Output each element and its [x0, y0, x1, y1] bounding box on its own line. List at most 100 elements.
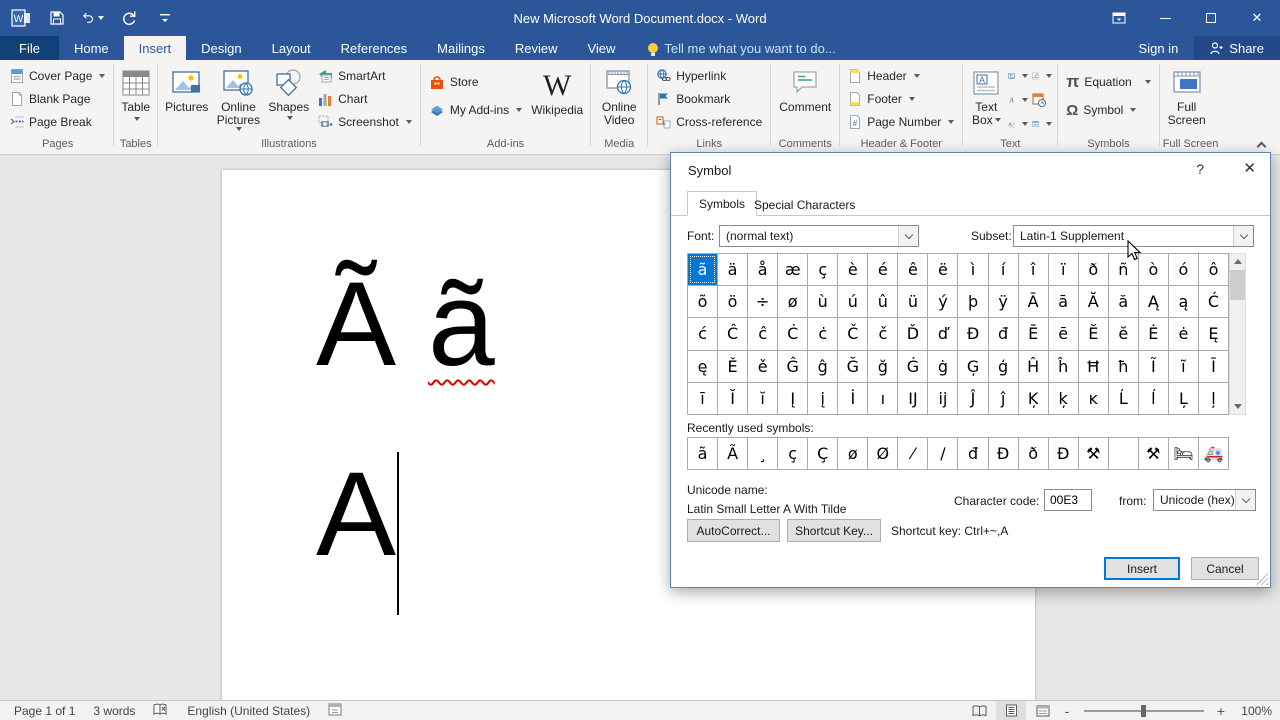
symbol-cell[interactable]: è: [838, 254, 867, 285]
symbol-cell[interactable]: ë: [928, 254, 957, 285]
symbol-cell[interactable]: ï: [1049, 254, 1078, 285]
dialog-header[interactable]: Symbol ? ✕: [671, 153, 1270, 187]
symbol-cell[interactable]: Ĕ: [1079, 318, 1108, 349]
symbol-cell[interactable]: Ð: [1049, 438, 1078, 469]
symbol-cell[interactable]: ù: [808, 286, 837, 317]
symbol-cell[interactable]: ĭ: [748, 383, 777, 414]
symbol-cell[interactable]: ä: [718, 254, 747, 285]
symbol-cell[interactable]: ý: [928, 286, 957, 317]
drop-cap-button[interactable]: A: [1006, 112, 1030, 136]
object-button[interactable]: [1030, 112, 1054, 136]
symbol-cell[interactable]: ÷: [748, 286, 777, 317]
symbol-cell[interactable]: Ą: [1139, 286, 1168, 317]
symbol-cell[interactable]: ă: [1109, 286, 1138, 317]
undo-icon[interactable]: [82, 7, 104, 29]
symbol-cell[interactable]: ĉ: [748, 318, 777, 349]
web-layout-button[interactable]: [1028, 701, 1058, 720]
tab-mailings[interactable]: Mailings: [422, 36, 500, 60]
symbol-cell[interactable]: ķ: [1049, 383, 1078, 414]
symbol-cell[interactable]: č: [868, 318, 897, 349]
bookmark-button[interactable]: Bookmark: [651, 87, 767, 110]
symbol-cell[interactable]: ø: [838, 438, 867, 469]
symbol-cell[interactable]: į: [808, 383, 837, 414]
tab-home[interactable]: Home: [59, 36, 124, 60]
symbol-cell[interactable]: Ļ: [1169, 383, 1198, 414]
symbol-cell[interactable]: ġ: [928, 351, 957, 382]
redo-icon[interactable]: [118, 7, 140, 29]
symbol-cell[interactable]: é: [868, 254, 897, 285]
shortcut-key-button[interactable]: Shortcut Key...: [787, 519, 881, 542]
smartart-button[interactable]: SmartArt: [313, 64, 417, 87]
symbol-cell[interactable]: Ħ: [1079, 351, 1108, 382]
minimize-button[interactable]: [1142, 0, 1188, 36]
cross-reference-button[interactable]: Cross-reference: [651, 110, 767, 133]
symbol-cell[interactable]: ĵ: [989, 383, 1018, 414]
symbol-cell[interactable]: 🛏: [1169, 438, 1198, 469]
symbol-cell[interactable]: õ: [688, 286, 717, 317]
symbol-cell[interactable]: ⁄: [898, 438, 927, 469]
font-dropdown[interactable]: (normal text): [719, 225, 919, 247]
chevron-down-icon[interactable]: [1235, 490, 1255, 510]
symbol-cell[interactable]: Đ: [989, 438, 1018, 469]
wikipedia-button[interactable]: W Wikipedia: [527, 62, 587, 117]
page-indicator[interactable]: Page 1 of 1: [0, 704, 84, 718]
language-indicator[interactable]: English (United States): [178, 704, 319, 718]
symbol-cell[interactable]: Ã: [718, 438, 747, 469]
chevron-down-icon[interactable]: [898, 226, 918, 246]
symbol-cell[interactable]: ã: [688, 438, 717, 469]
symbol-cell[interactable]: Ī: [1199, 351, 1228, 382]
my-addins-button[interactable]: My Add-ins: [424, 96, 527, 124]
customize-qat-icon[interactable]: [154, 7, 176, 29]
online-video-button[interactable]: Online Video: [594, 62, 644, 127]
symbol-cell[interactable]: Ā: [1019, 286, 1048, 317]
symbol-cell[interactable]: û: [868, 286, 897, 317]
symbol-cell[interactable]: Ķ: [1019, 383, 1048, 414]
symbol-cell[interactable]: ⚒: [1139, 438, 1168, 469]
word-count[interactable]: 3 words: [84, 704, 144, 718]
symbol-cell[interactable]: ð: [1079, 254, 1108, 285]
cancel-button[interactable]: Cancel: [1191, 557, 1259, 580]
symbol-cell[interactable]: Ĭ: [718, 383, 747, 414]
symbol-cell[interactable]: ó: [1169, 254, 1198, 285]
blank-page-button[interactable]: Blank Page: [5, 87, 110, 110]
symbol-cell[interactable]: Ę: [1199, 318, 1228, 349]
character-code-input[interactable]: [1044, 489, 1092, 511]
symbol-cell[interactable]: ì: [958, 254, 987, 285]
symbol-cell[interactable]: Đ: [958, 318, 987, 349]
print-layout-button[interactable]: [996, 701, 1026, 720]
zoom-level[interactable]: 100%: [1230, 704, 1272, 718]
symbol-cell[interactable]: ĺ: [1139, 383, 1168, 414]
tab-file[interactable]: File: [0, 36, 59, 60]
symbol-cell[interactable]: ç: [808, 254, 837, 285]
symbol-cell[interactable]: ê: [898, 254, 927, 285]
scroll-up-icon[interactable]: [1230, 254, 1245, 269]
symbol-cell[interactable]: İ: [838, 383, 867, 414]
symbol-cell[interactable]: Ĩ: [1139, 351, 1168, 382]
symbol-cell[interactable]: Ġ: [898, 351, 927, 382]
symbol-cell[interactable]: Ĝ: [778, 351, 807, 382]
signature-line-button[interactable]: [1030, 64, 1054, 88]
symbol-cell[interactable]: ā: [1049, 286, 1078, 317]
save-icon[interactable]: [46, 7, 68, 29]
hyperlink-button[interactable]: Hyperlink: [651, 64, 767, 87]
help-icon[interactable]: ?: [1196, 161, 1204, 177]
insert-button[interactable]: Insert: [1104, 557, 1180, 580]
symbol-cell[interactable]: ģ: [989, 351, 1018, 382]
zoom-out-button[interactable]: -: [1060, 703, 1074, 719]
symbol-cell[interactable]: ē: [1049, 318, 1078, 349]
from-dropdown[interactable]: Unicode (hex): [1153, 489, 1256, 511]
symbol-cell[interactable]: ÿ: [989, 286, 1018, 317]
symbol-cell[interactable]: Ĵ: [958, 383, 987, 414]
symbol-cell[interactable]: ī: [688, 383, 717, 414]
proofing-status-icon[interactable]: [144, 703, 178, 719]
shapes-button[interactable]: Shapes: [264, 62, 313, 120]
tab-view[interactable]: View: [572, 36, 630, 60]
symbol-cell[interactable]: Ģ: [958, 351, 987, 382]
wordart-button[interactable]: A: [1006, 88, 1030, 112]
dialog-close-icon[interactable]: ✕: [1243, 159, 1256, 177]
symbol-cell[interactable]: ĩ: [1169, 351, 1198, 382]
symbol-cell[interactable]: Ĺ: [1109, 383, 1138, 414]
resize-grip[interactable]: [1256, 573, 1268, 585]
symbol-cell[interactable]: ĕ: [1109, 318, 1138, 349]
chevron-down-icon[interactable]: [1233, 226, 1253, 246]
